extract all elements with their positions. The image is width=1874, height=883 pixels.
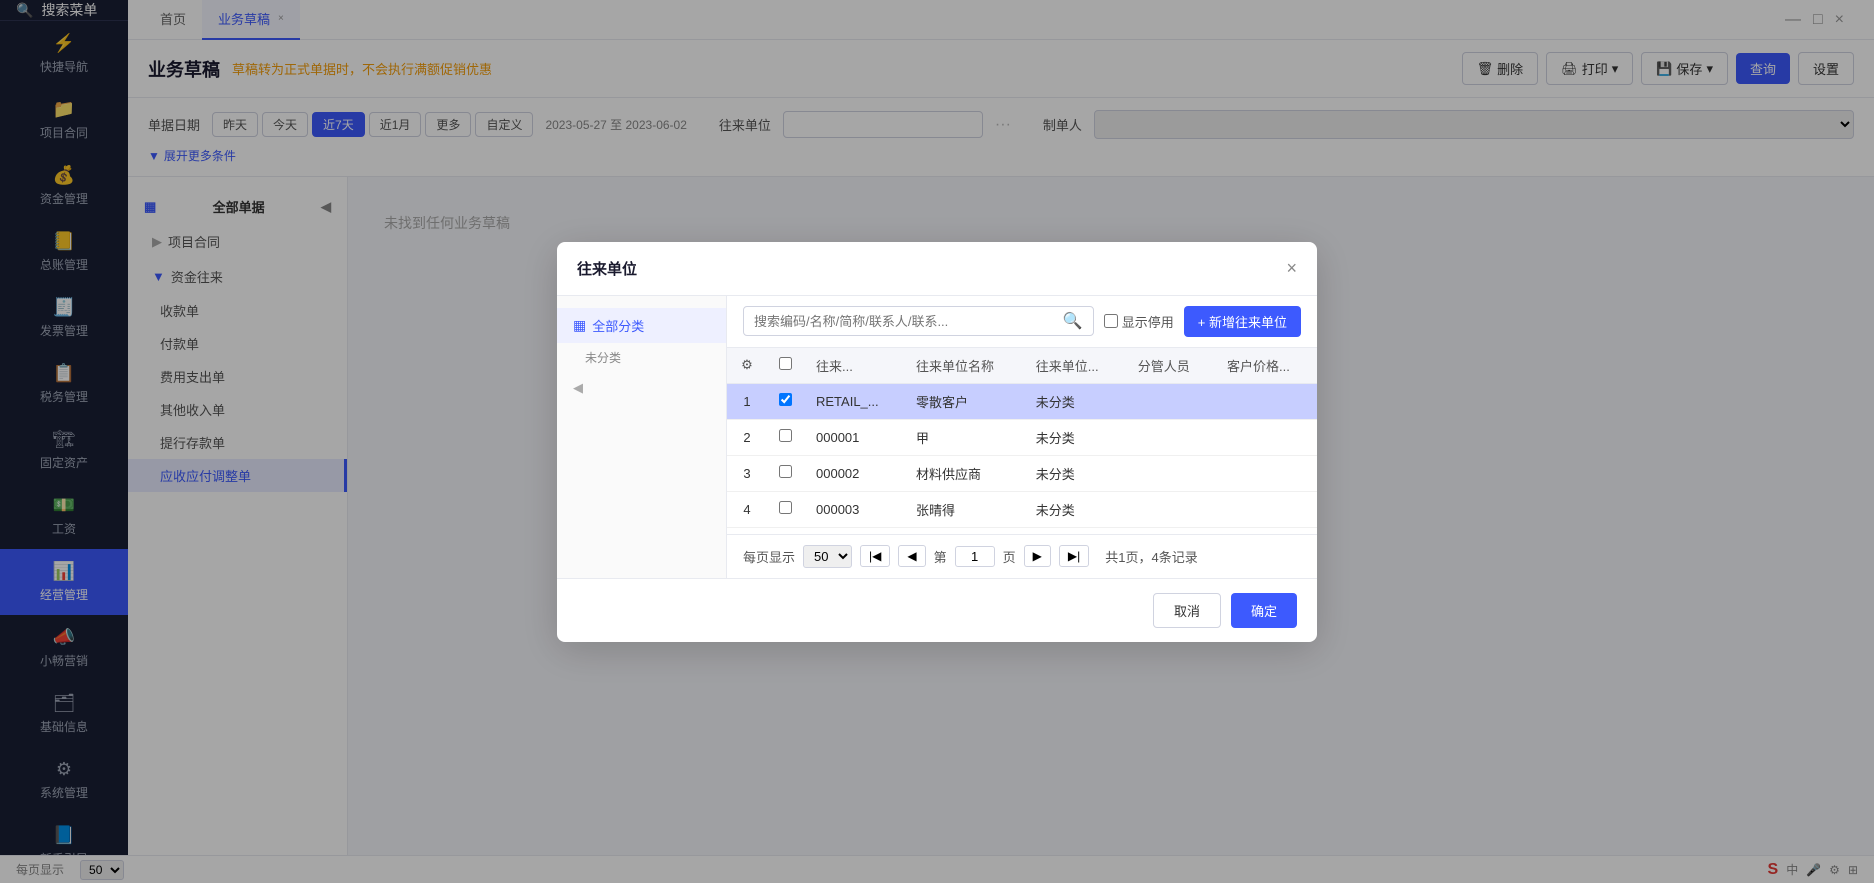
row-no: 2 <box>727 419 767 455</box>
modal-table: ⚙ 往来... 往来单位名称 往来单位... 分管人员 客户价格... <box>727 348 1317 534</box>
th-category: 往来单位... <box>1024 348 1126 384</box>
row-checkbox[interactable] <box>779 501 792 514</box>
row-name: 零散客户 <box>904 383 1024 419</box>
table-row[interactable]: 1 RETAIL_... 零散客户 未分类 <box>727 383 1317 419</box>
row-code: 000002 <box>804 455 904 491</box>
total-info: 共1页，4条记录 <box>1105 547 1197 566</box>
row-checkbox[interactable] <box>779 465 792 478</box>
row-checkbox[interactable] <box>779 393 792 406</box>
th-manager: 分管人员 <box>1126 348 1215 384</box>
th-code: 往来... <box>804 348 904 384</box>
add-partner-button[interactable]: + 新增往来单位 <box>1184 306 1301 337</box>
modal-overlay[interactable]: 往来单位 × ▦ 全部分类 未分类 ◀ <box>0 0 1874 883</box>
per-page-select[interactable]: 50 <box>803 545 852 568</box>
row-category: 未分类 <box>1024 383 1126 419</box>
row-name: 材料供应商 <box>904 455 1024 491</box>
modal-action-footer: 取消 确定 <box>557 578 1317 642</box>
next-page-btn[interactable]: ▶ <box>1024 545 1051 567</box>
select-all-checkbox[interactable] <box>779 357 792 370</box>
last-page-btn[interactable]: ▶| <box>1059 545 1089 567</box>
per-page-label: 每页显示 <box>743 547 795 566</box>
page-input[interactable] <box>955 546 995 567</box>
tree-collapse-icon: ◀ <box>573 380 583 395</box>
row-name: 张晴得 <box>904 491 1024 527</box>
row-code: 000003 <box>804 491 904 527</box>
first-page-btn[interactable]: |◀ <box>860 545 890 567</box>
row-name: 甲 <box>904 419 1024 455</box>
row-code: RETAIL_... <box>804 383 904 419</box>
tree-grid-icon: ▦ <box>573 317 586 334</box>
row-no: 4 <box>727 491 767 527</box>
row-price <box>1215 419 1317 455</box>
row-check[interactable] <box>767 419 804 455</box>
row-manager <box>1126 419 1215 455</box>
table-row[interactable]: 3 000002 材料供应商 未分类 <box>727 455 1317 491</box>
row-manager <box>1126 491 1215 527</box>
row-price <box>1215 383 1317 419</box>
th-price: 客户价格... <box>1215 348 1317 384</box>
confirm-button[interactable]: 确定 <box>1231 593 1297 628</box>
row-no: 1 <box>727 383 767 419</box>
row-check[interactable] <box>767 455 804 491</box>
row-no: 3 <box>727 455 767 491</box>
tree-item-all[interactable]: ▦ 全部分类 <box>557 308 726 343</box>
show-disabled-text: 显示停用 <box>1122 312 1174 331</box>
th-settings[interactable]: ⚙ <box>727 348 767 384</box>
th-name: 往来单位名称 <box>904 348 1024 384</box>
table-pagination: 每页显示 50 |◀ ◀ 第 页 ▶ ▶| 共1页，4条记录 <box>727 534 1317 578</box>
modal-tree: ▦ 全部分类 未分类 ◀ <box>557 296 727 578</box>
modal-header: 往来单位 × <box>557 242 1317 296</box>
partner-modal: 往来单位 × ▦ 全部分类 未分类 ◀ <box>557 242 1317 642</box>
row-check[interactable] <box>767 383 804 419</box>
search-box: 🔍 <box>743 306 1094 336</box>
th-check[interactable] <box>767 348 804 384</box>
page-suffix: 页 <box>1003 547 1016 566</box>
row-code: 000001 <box>804 419 904 455</box>
row-check[interactable] <box>767 491 804 527</box>
modal-close-button[interactable]: × <box>1286 258 1297 279</box>
row-checkbox[interactable] <box>779 429 792 442</box>
row-manager <box>1126 455 1215 491</box>
add-partner-label: + 新增往来单位 <box>1198 312 1287 331</box>
table-header: ⚙ 往来... 往来单位名称 往来单位... 分管人员 客户价格... <box>727 348 1317 384</box>
cancel-button[interactable]: 取消 <box>1153 593 1221 628</box>
row-price <box>1215 491 1317 527</box>
modal-body: ▦ 全部分类 未分类 ◀ 🔍 <box>557 296 1317 578</box>
table-row[interactable]: 2 000001 甲 未分类 <box>727 419 1317 455</box>
gear-icon: ⚙ <box>741 357 753 372</box>
row-category: 未分类 <box>1024 455 1126 491</box>
search-icon: 🔍 <box>1063 311 1083 331</box>
show-disabled-checkbox[interactable] <box>1104 314 1118 328</box>
row-category: 未分类 <box>1024 491 1126 527</box>
show-disabled-label: 显示停用 <box>1104 312 1174 331</box>
search-input[interactable] <box>754 314 1057 329</box>
tree-unclassified-label: 未分类 <box>585 351 621 365</box>
row-category: 未分类 <box>1024 419 1126 455</box>
table-row[interactable]: 4 000003 张晴得 未分类 <box>727 491 1317 527</box>
modal-toolbar: 🔍 显示停用 + 新增往来单位 <box>727 296 1317 348</box>
page-label: 第 <box>934 547 947 566</box>
prev-page-btn[interactable]: ◀ <box>898 545 925 567</box>
tree-collapse-btn[interactable]: ◀ <box>557 372 726 404</box>
partner-table-body: 1 RETAIL_... 零散客户 未分类 2 000001 甲 未分类 3 0… <box>727 383 1317 527</box>
partner-table: ⚙ 往来... 往来单位名称 往来单位... 分管人员 客户价格... <box>727 348 1317 528</box>
row-price <box>1215 455 1317 491</box>
modal-right-content: 🔍 显示停用 + 新增往来单位 <box>727 296 1317 578</box>
tree-all-label: 全部分类 <box>592 316 644 335</box>
row-manager <box>1126 383 1215 419</box>
modal-title: 往来单位 <box>577 258 637 279</box>
tree-item-unclassified[interactable]: 未分类 <box>557 343 726 372</box>
